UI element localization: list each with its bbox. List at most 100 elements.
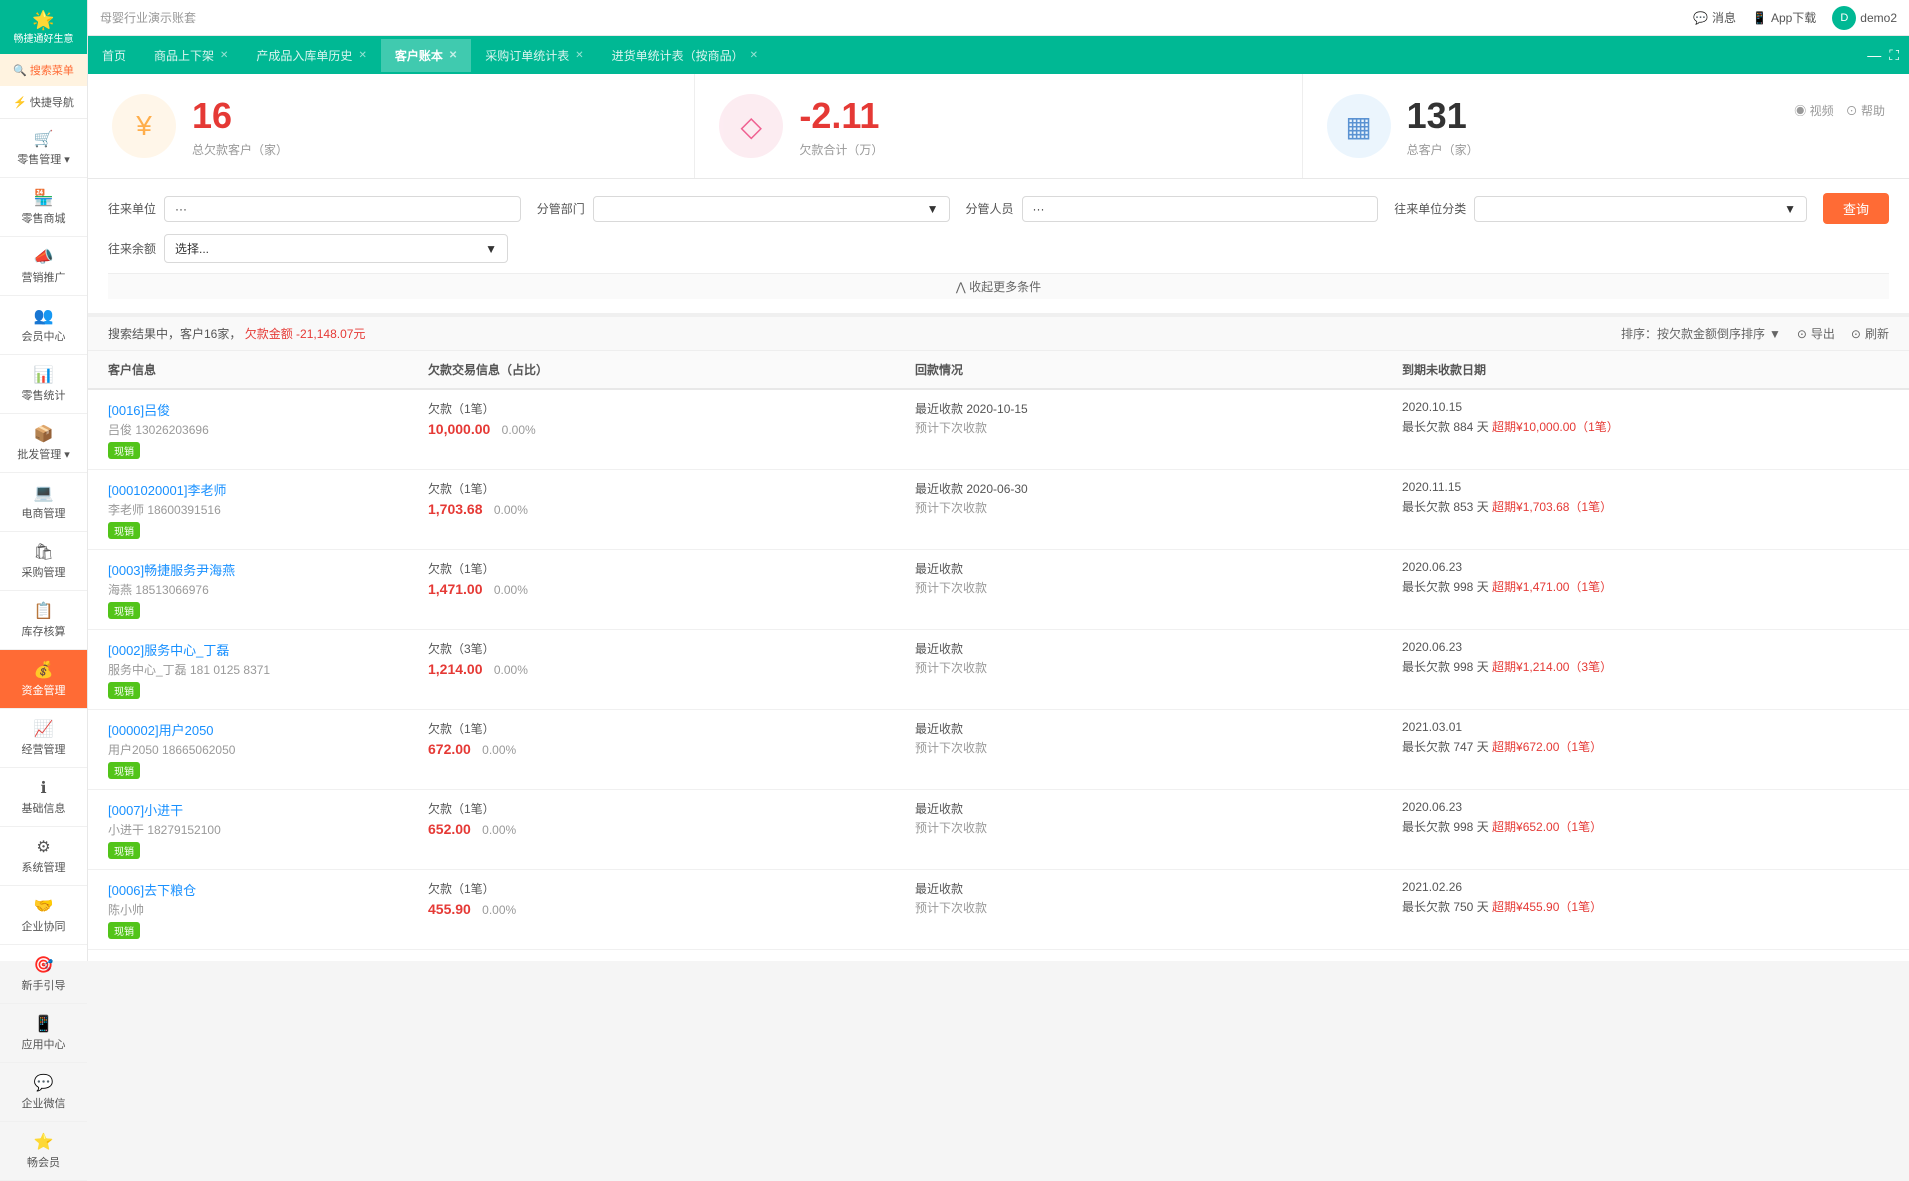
debt-info-6: 欠款（1笔） 652.00 0.00%	[428, 800, 915, 837]
sidebar-item-newbie[interactable]: 🎯 新手引导	[0, 945, 87, 1004]
due-date-1: 2020.10.15	[1402, 400, 1889, 414]
filter-balance-select[interactable]: 选择... ▼	[164, 234, 508, 263]
tab-product-listing-close[interactable]: ✕	[220, 50, 228, 61]
cust-name-5[interactable]: [000002]用户2050	[108, 720, 428, 739]
sidebar-item-basic[interactable]: ℹ 基础信息	[0, 768, 87, 827]
tab-customer-ledger-label: 客户账本	[395, 47, 443, 64]
due-date-3: 2020.06.23	[1402, 560, 1889, 574]
video-btn[interactable]: ◉ 视频	[1794, 102, 1833, 119]
overdue-amount-2[interactable]: 超期¥1,703.68（1笔）	[1492, 500, 1612, 514]
cust-tag-1: 现销	[108, 442, 140, 459]
customer-info-5: [000002]用户2050 用户2050 18665062050 现销	[108, 720, 428, 779]
debt-total-icon: ◇	[719, 94, 783, 158]
filter-person-dots: ···	[1033, 202, 1045, 216]
filter-person: 分管人员 ···	[966, 196, 1379, 222]
debt-amount-4: 1,214.00	[428, 661, 483, 677]
debt-amount-row-2: 1,703.68 0.00%	[428, 501, 915, 517]
sidebar-item-apps[interactable]: 📱 应用中心	[0, 1004, 87, 1063]
recovery-info-6: 最近收款 预计下次收款	[915, 800, 1402, 836]
debt-amount-6: 652.00	[428, 821, 471, 837]
filter-category-select[interactable]: ▼	[1474, 196, 1807, 222]
sidebar-item-retail-mgmt[interactable]: 🛒 零售管理 ▾	[0, 119, 87, 178]
cust-sub-2: 李老师 18600391516	[108, 501, 428, 518]
sidebar-item-inventory[interactable]: 📋 库存核算	[0, 591, 87, 650]
recovery-info-1: 最近收款 2020-10-15 预计下次收款	[915, 400, 1402, 436]
cust-name-1[interactable]: [0016]吕俊	[108, 400, 428, 419]
tab-product-history[interactable]: 产成品入库单历史 ✕	[242, 39, 380, 72]
tab-collapse-btn[interactable]: —	[1867, 47, 1881, 64]
sidebar-item-wholesale[interactable]: 📦 批发管理 ▾	[0, 414, 87, 473]
marketing-icon: 📣	[4, 247, 83, 267]
cust-tag-6: 现销	[108, 842, 140, 859]
filter-dept-select[interactable]: ▼	[593, 196, 950, 222]
sidebar-item-system[interactable]: ⚙ 系统管理	[0, 827, 87, 886]
due-date-6: 2020.06.23	[1402, 800, 1889, 814]
finance-icon: 💰	[4, 660, 83, 680]
sidebar-item-member[interactable]: 👥 会员中心	[0, 296, 87, 355]
sidebar-purchase-label: 采购管理	[22, 567, 66, 579]
content-area: ¥ 16 总欠款客户（家） ◇ -2.11 欠款合计（万） ▦ 131 总客户（…	[88, 74, 1909, 961]
cust-name-6[interactable]: [0007]小进干	[108, 800, 428, 819]
sidebar-item-marketing[interactable]: 📣 营销推广	[0, 237, 87, 296]
overdue-amount-1[interactable]: 超期¥10,000.00（1笔）	[1492, 420, 1619, 434]
app-download-btn[interactable]: 📱 App下载	[1752, 9, 1816, 26]
debt-percent-7: 0.00%	[482, 903, 516, 917]
sidebar-quicknav-item[interactable]: ⚡ 快捷导航	[0, 86, 87, 119]
overdue-amount-3[interactable]: 超期¥1,471.00（1笔）	[1492, 580, 1612, 594]
sidebar-retail-mgmt-label: 零售管理 ▾	[17, 154, 70, 166]
tab-expand-btn[interactable]: ⛶	[1889, 47, 1899, 64]
due-date-5: 2021.03.01	[1402, 720, 1889, 734]
sidebar-item-retail-mall[interactable]: 🏪 零售商城	[0, 178, 87, 237]
sidebar-item-weixin[interactable]: 💬 企业微信	[0, 1063, 87, 1122]
total-customers-label: 总客户（家）	[1407, 141, 1479, 158]
retail-mgmt-icon: 🛒	[4, 129, 83, 149]
debt-count-1: 欠款（1笔）	[428, 400, 915, 417]
filter-unit-input[interactable]: ···	[164, 196, 521, 222]
sidebar-item-operation[interactable]: 📈 经营管理	[0, 709, 87, 768]
sidebar-item-ecommerce[interactable]: 💻 电商管理	[0, 473, 87, 532]
tab-home[interactable]: 首页	[88, 39, 140, 72]
overdue-amount-6[interactable]: 超期¥652.00（1笔）	[1492, 820, 1602, 834]
tab-customer-ledger-close[interactable]: ✕	[449, 50, 457, 61]
debtors-label: 总欠款客户（家）	[192, 141, 288, 158]
debt-percent-1: 0.00%	[502, 423, 536, 437]
tab-product-history-close[interactable]: ✕	[358, 50, 366, 61]
overdue-amount-4[interactable]: 超期¥1,214.00（3笔）	[1492, 660, 1612, 674]
collapse-bar[interactable]: ⋀ 收起更多条件	[108, 273, 1889, 299]
tab-inbound-stats[interactable]: 进货单统计表（按商品） ✕	[598, 39, 772, 72]
tab-inbound-stats-close[interactable]: ✕	[750, 50, 758, 61]
sidebar-system-label: 系统管理	[22, 862, 66, 874]
sidebar-search-item[interactable]: 🔍 搜索菜单	[0, 54, 87, 86]
next-payment-5: 预计下次收款	[915, 739, 1402, 756]
overdue-amount-7[interactable]: 超期¥455.90（1笔）	[1492, 900, 1602, 914]
sidebar-item-enterprise[interactable]: 🤝 企业协同	[0, 886, 87, 945]
sort-btn[interactable]: 排序：按欠款金额倒序排序 ▼	[1621, 325, 1781, 342]
export-btn[interactable]: ⊙ 导出	[1797, 325, 1835, 342]
message-btn[interactable]: 💬 消息	[1693, 9, 1736, 26]
recovery-info-5: 最近收款 预计下次收款	[915, 720, 1402, 756]
table-row: [0003]畅捷服务尹海燕 海燕 18513066976 现销 欠款（1笔） 1…	[88, 550, 1909, 630]
cust-name-7[interactable]: [0006]去下粮仓	[108, 880, 428, 899]
basic-icon: ℹ	[4, 778, 83, 798]
refresh-btn[interactable]: ⊙ 刷新	[1851, 325, 1889, 342]
sidebar-item-retail-stat[interactable]: 📊 零售统计	[0, 355, 87, 414]
help-btn[interactable]: ⊙ 帮助	[1846, 102, 1885, 119]
tab-customer-ledger[interactable]: 客户账本 ✕	[381, 39, 471, 72]
tab-purchase-stats[interactable]: 采购订单统计表 ✕	[471, 39, 597, 72]
user-avatar[interactable]: D demo2	[1832, 6, 1897, 30]
tab-product-listing[interactable]: 商品上下架 ✕	[140, 39, 242, 72]
sidebar-item-member2[interactable]: ⭐ 畅会员	[0, 1122, 87, 1181]
sidebar-item-finance[interactable]: 💰 资金管理	[0, 650, 87, 709]
filter-person-input[interactable]: ···	[1022, 196, 1379, 222]
sidebar-item-purchase[interactable]: 🛍 采购管理	[0, 532, 87, 591]
tab-purchase-stats-close[interactable]: ✕	[575, 50, 583, 61]
search-button[interactable]: 查询	[1823, 193, 1889, 224]
cust-name-3[interactable]: [0003]畅捷服务尹海燕	[108, 560, 428, 579]
total-customers-number: 131	[1407, 95, 1479, 137]
overdue-amount-5[interactable]: 超期¥672.00（1笔）	[1492, 740, 1602, 754]
cust-name-2[interactable]: [0001020001]李老师	[108, 480, 428, 499]
cust-name-4[interactable]: [0002]服务中心_丁磊	[108, 640, 428, 659]
debt-amount-row-5: 672.00 0.00%	[428, 741, 915, 757]
cust-tag-2: 现销	[108, 522, 140, 539]
sidebar-member2-label: 畅会员	[27, 1157, 60, 1169]
